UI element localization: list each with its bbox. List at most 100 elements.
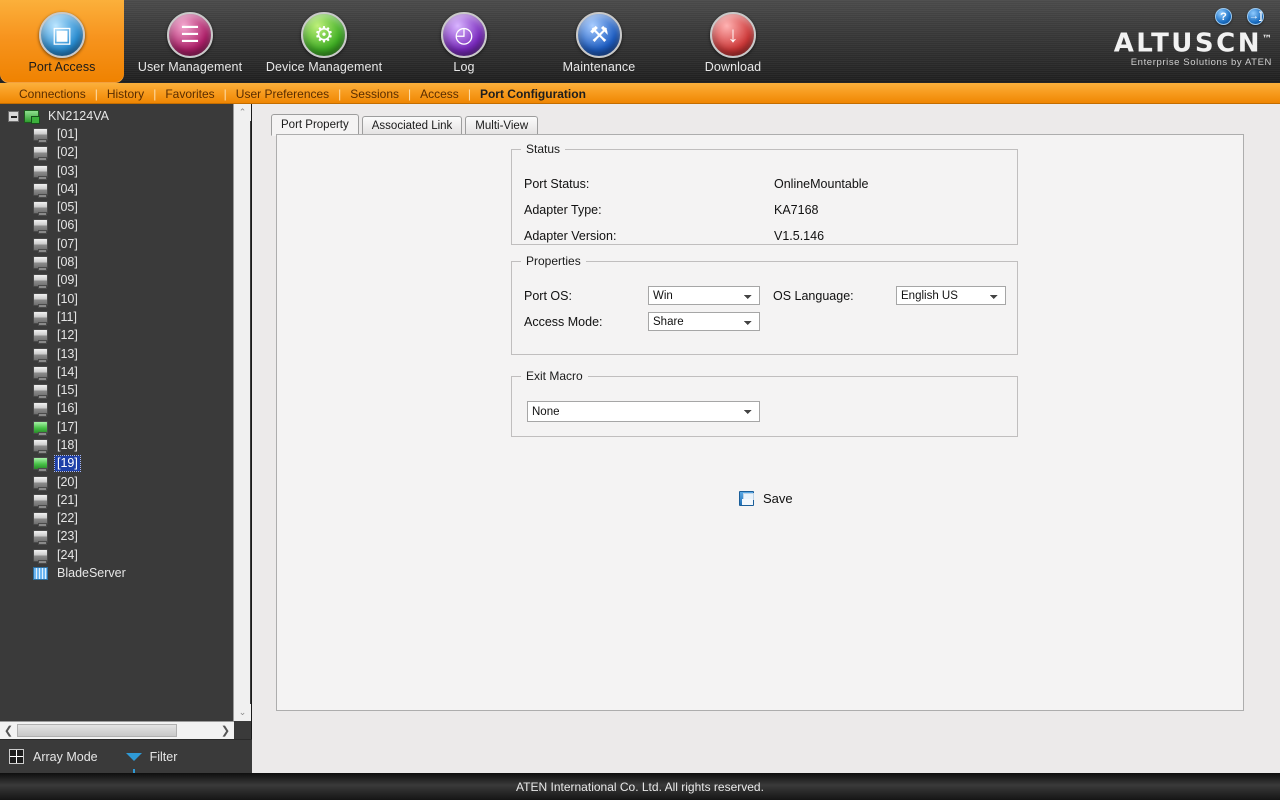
subnav-item-port-configuration[interactable]: Port Configuration: [471, 87, 595, 101]
monitor-icon: [33, 146, 48, 162]
tree-item-07[interactable]: [07]: [0, 235, 234, 253]
access-mode-select[interactable]: ShareExclusiveOccupy: [648, 312, 760, 331]
properties-groupbox: Properties Port OS: WinMacSunOther OS La…: [511, 254, 1018, 355]
tree-item-13[interactable]: [13]: [0, 345, 234, 363]
subnav-item-access[interactable]: Access: [411, 87, 468, 101]
nav-icon-glyph: ⚒: [589, 22, 609, 47]
tree-item-label: [23]: [57, 529, 78, 544]
footer: ATEN International Co. Ltd. All rights r…: [0, 773, 1280, 800]
h-scroll-track[interactable]: [17, 722, 217, 740]
tree-item-22[interactable]: [22]: [0, 510, 234, 528]
tree-expander-icon[interactable]: [8, 110, 19, 122]
tree-item-09[interactable]: [09]: [0, 272, 234, 290]
save-button[interactable]: Save: [739, 491, 793, 506]
nav-tab-device-management[interactable]: ⚙ Device Management: [262, 0, 386, 83]
tree-item-10[interactable]: [10]: [0, 290, 234, 308]
help-icon[interactable]: ?: [1215, 8, 1232, 25]
adapter-version-label: Adapter Version:: [524, 229, 617, 243]
tree-item-02[interactable]: [02]: [0, 144, 234, 162]
tab-multi-view[interactable]: Multi-View: [465, 116, 539, 136]
tree-item-19[interactable]: [19]: [0, 455, 234, 473]
tree-item-16[interactable]: [16]: [0, 400, 234, 418]
tree-item-12[interactable]: [12]: [0, 327, 234, 345]
port-tree[interactable]: KN2124VA [01] [02] [03] [04] [05] [06] [07] [08]…: [0, 104, 234, 721]
scroll-up-arrow[interactable]: ⌃: [234, 104, 251, 121]
nav-tab-maintenance[interactable]: ⚒ Maintenance: [537, 0, 661, 83]
monitor-icon: [33, 365, 48, 381]
tree-item-06[interactable]: [06]: [0, 217, 234, 235]
monitor-icon: [33, 530, 48, 546]
subnav-item-sessions[interactable]: Sessions: [341, 87, 408, 101]
tree-item-label: [14]: [57, 364, 78, 379]
nav-tab-port-access[interactable]: ▣ Port Access: [0, 0, 124, 83]
array-mode-button[interactable]: Array Mode: [9, 749, 98, 764]
subnav-item-user-preferences[interactable]: User Preferences: [227, 87, 338, 101]
tree-item-17[interactable]: [17]: [0, 418, 234, 436]
h-scroll-thumb[interactable]: [17, 724, 177, 737]
tree-item-05[interactable]: [05]: [0, 198, 234, 217]
monitor-icon: [33, 310, 48, 326]
subnav-item-connections[interactable]: Connections: [10, 87, 95, 101]
gear-server-icon: ⚙: [301, 12, 347, 58]
tab-associated-link[interactable]: Associated Link: [361, 116, 463, 136]
scroll-right-arrow[interactable]: ❯: [217, 722, 234, 740]
tree-item-24[interactable]: [24]: [0, 546, 234, 564]
tree-item-label: [12]: [57, 328, 78, 343]
tree-item-03[interactable]: [03]: [0, 162, 234, 180]
properties-legend: Properties: [521, 254, 586, 268]
tree-item-08[interactable]: [08]: [0, 253, 234, 272]
app-header: ▣ Port Access ☰ User Management ⚙ Device…: [0, 0, 1280, 83]
nav-tab-user-management[interactable]: ☰ User Management: [128, 0, 252, 83]
nav-tab-label: Device Management: [265, 60, 383, 74]
tree-item-20[interactable]: [20]: [0, 473, 234, 491]
subnav-item-favorites[interactable]: Favorites: [156, 87, 223, 101]
tree-item-bladeserver[interactable]: BladeServer: [0, 564, 234, 582]
tree-item-label: [10]: [57, 291, 78, 306]
nav-tab-label: User Management: [137, 60, 243, 74]
subnav-item-history[interactable]: History: [98, 87, 153, 101]
tree-item-label: [02]: [57, 145, 78, 160]
nav-tab-label: Maintenance: [562, 60, 636, 74]
funnel-icon: [125, 752, 142, 775]
tree-item-01[interactable]: [01]: [0, 125, 234, 143]
tree-item-label: [17]: [57, 419, 78, 434]
nav-tab-download[interactable]: ↓ Download: [671, 0, 795, 83]
os-language-select[interactable]: English USEnglish UKFrenchGermanJapanese: [896, 286, 1006, 305]
tree-item-label: [11]: [57, 309, 77, 324]
tree-item-23[interactable]: [23]: [0, 528, 234, 546]
scroll-left-arrow[interactable]: ❮: [0, 722, 17, 740]
nav-icon-glyph: ◴: [454, 22, 474, 47]
tree-item-18[interactable]: [18]: [0, 436, 234, 454]
monitor-icon: [33, 402, 48, 418]
monitor-icon: [33, 438, 48, 454]
tree-item-04[interactable]: [04]: [0, 180, 234, 198]
tree-vertical-scrollbar[interactable]: ⌃ ⌄: [233, 104, 251, 721]
tree-item-label: [21]: [57, 492, 78, 507]
monitor-icon: [33, 164, 48, 180]
tree-horizontal-scrollbar[interactable]: ❮ ❯: [0, 721, 234, 739]
tree-item-label: [08]: [57, 255, 78, 270]
os-language-label: OS Language:: [773, 289, 854, 303]
users-icon: ☰: [167, 12, 213, 58]
port-status-label: Port Status:: [524, 177, 590, 191]
monitor-icon: [33, 256, 48, 272]
tree-item-15[interactable]: [15]: [0, 381, 234, 400]
tree-item-11[interactable]: [11]: [0, 308, 234, 326]
filter-button[interactable]: Filter: [125, 750, 177, 775]
tree-item-label: [18]: [57, 437, 78, 452]
scroll-down-arrow[interactable]: ⌄: [234, 704, 251, 721]
exit-macro-select[interactable]: None: [527, 401, 760, 422]
tree-item-14[interactable]: [14]: [0, 363, 234, 381]
tree-item-label: [09]: [57, 273, 78, 288]
sidebar-bottom-toolbar: Array Mode Filter: [0, 739, 252, 775]
tab-port-property[interactable]: Port Property: [271, 114, 359, 136]
monitor-icon: [33, 457, 48, 473]
tree-item-label: [13]: [57, 346, 78, 361]
tree-item-21[interactable]: [21]: [0, 491, 234, 509]
sidebar: KN2124VA [01] [02] [03] [04] [05] [06] [07] [08]…: [0, 104, 252, 775]
logo-tagline: Enterprise Solutions by ATEN: [1130, 56, 1272, 68]
nav-tab-log[interactable]: ◴ Log: [402, 0, 526, 83]
port-os-select[interactable]: WinMacSunOther: [648, 286, 760, 305]
tree-item-kn2124va[interactable]: KN2124VA: [0, 107, 234, 125]
logout-icon[interactable]: →]: [1247, 8, 1264, 25]
